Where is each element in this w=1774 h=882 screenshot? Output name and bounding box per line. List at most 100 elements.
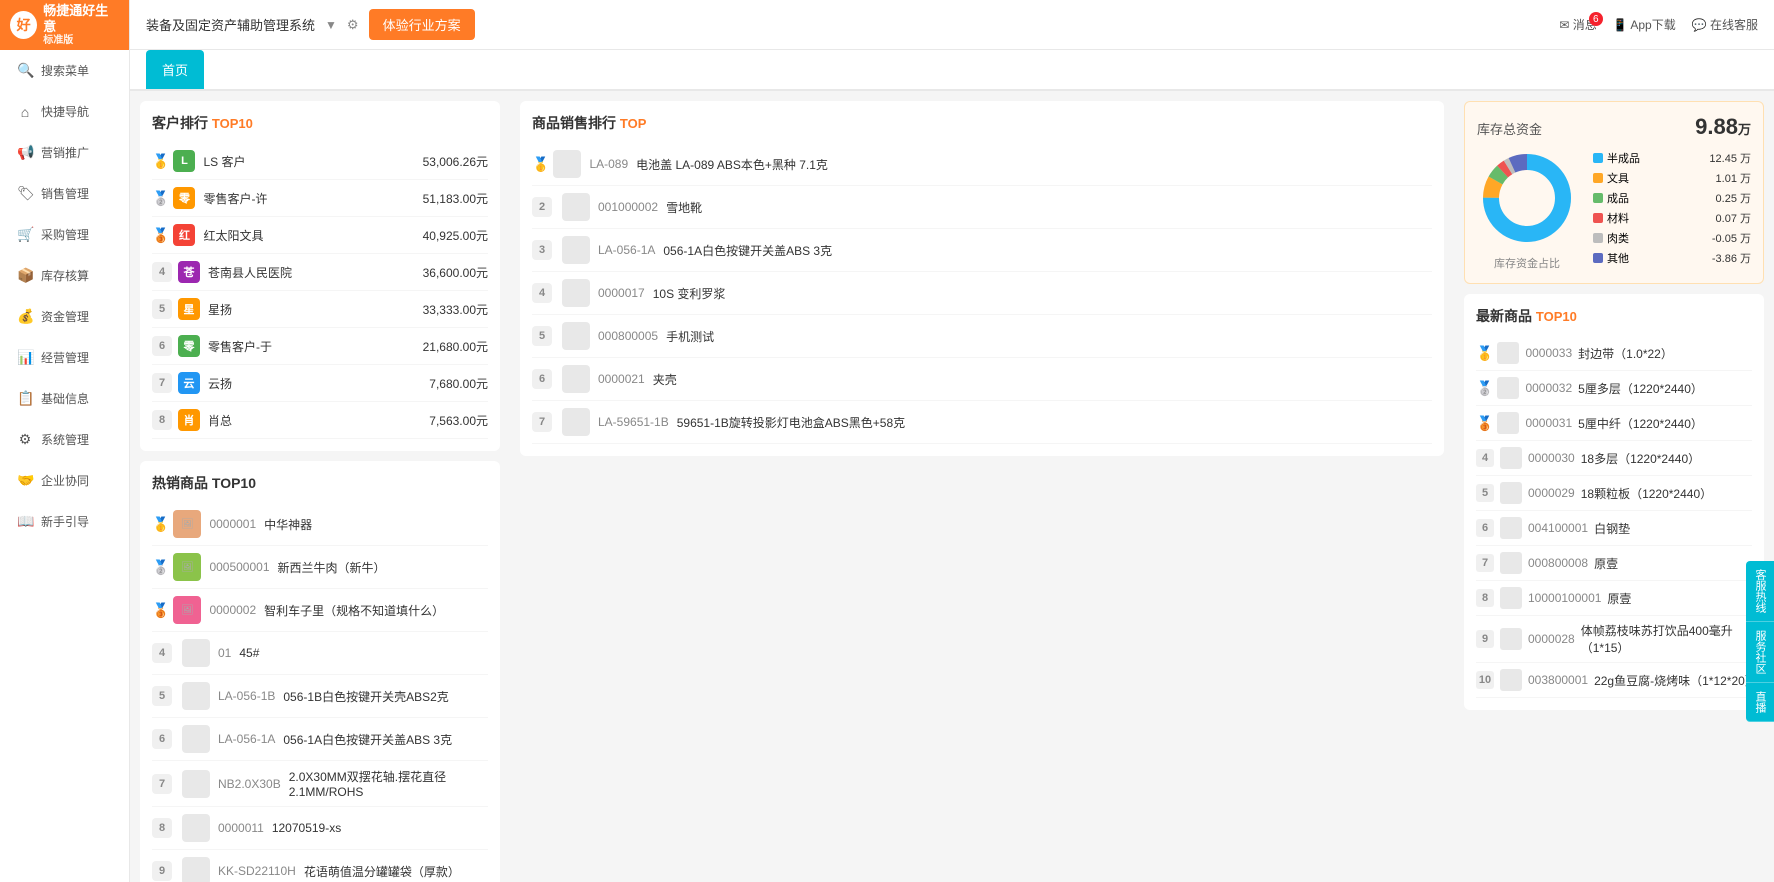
customer-ranking-card: 客户排行 TOP10 🥇 L LS 客户 53,006.26元 🥈 零 零售客户… xyxy=(140,101,500,451)
avatar-2: 零 xyxy=(173,187,195,209)
np-code-5: 0000029 xyxy=(1528,486,1575,500)
collab-icon: 🤝 xyxy=(17,472,33,489)
operation-icon: 📊 xyxy=(17,349,33,366)
customer-rank-row-7: 7 云 云扬 7,680.00元 xyxy=(152,365,488,402)
float-btn-live[interactable]: 直播 xyxy=(1746,683,1774,722)
np-row-7: 7 000800008 原壹 xyxy=(1476,546,1752,581)
np-medal-1: 🥇 xyxy=(1476,345,1493,362)
np-img-7 xyxy=(1500,552,1522,574)
hot-prod-name-5: 056-1B白色按键开关壳ABS2克 xyxy=(283,688,488,705)
dropdown-arrow[interactable]: ▼ xyxy=(325,18,337,32)
hot-prod-row-7: 7 NB2.0X30B 2.0X30MM双摆花轴.摆花直径2.1MM/ROHS xyxy=(152,761,488,807)
float-btn-service[interactable]: 客服热线 xyxy=(1746,561,1774,622)
tab-home[interactable]: 首页 xyxy=(146,50,204,89)
hot-prod-name-6: 056-1A白色按键开关盖ABS 3克 xyxy=(283,731,488,748)
hot-prod-code-8: 0000011 xyxy=(218,821,264,835)
psale-name-5: 手机测试 xyxy=(666,328,1432,345)
hot-products-list: 🥇 🖼 0000001 中华神器 🥈 🖼 000500001 新西兰牛肉（新牛）… xyxy=(152,503,488,882)
hot-prod-name-7: 2.0X30MM双摆花轴.摆花直径2.1MM/ROHS xyxy=(289,768,488,799)
sidebar-item-basic[interactable]: 📋 基础信息 xyxy=(0,378,129,419)
hot-prod-code-9: KK-SD22110H xyxy=(218,864,296,878)
psale-img-5 xyxy=(562,322,590,350)
inventory-title: 库存总资金 xyxy=(1477,119,1542,138)
customer-rank-row-6: 6 零 零售客户-于 21,680.00元 xyxy=(152,328,488,365)
psale-rank-2: 2 xyxy=(532,197,552,217)
psale-img-3 xyxy=(562,236,590,264)
np-rank-9: 9 xyxy=(1476,630,1494,648)
sidebar-item-sales[interactable]: 🏷 销售管理 xyxy=(0,173,129,214)
psale-img-1 xyxy=(553,150,581,178)
new-products-title: 最新商品 TOP10 xyxy=(1476,306,1752,326)
hot-prod-img-3: 🖼 xyxy=(173,596,201,624)
hot-rank-7: 7 xyxy=(152,774,172,794)
col-left: 客户排行 TOP10 🥇 L LS 客户 53,006.26元 🥈 零 零售客户… xyxy=(130,91,510,882)
sidebar-item-inventory[interactable]: 📦 库存核算 xyxy=(0,255,129,296)
np-img-1 xyxy=(1497,342,1519,364)
psale-row-5: 5 000800005 手机测试 xyxy=(532,315,1432,358)
sidebar-item-purchase-label: 采购管理 xyxy=(41,226,89,243)
hot-rank-8: 8 xyxy=(152,818,172,838)
legend-dot-3 xyxy=(1593,193,1603,203)
customer-value-2: 51,183.00元 xyxy=(423,190,488,207)
np-rank-4: 4 xyxy=(1476,449,1494,467)
service-icon: 💬 xyxy=(1692,18,1710,32)
trial-button[interactable]: 体验行业方案 xyxy=(369,9,475,40)
customer-value-8: 7,563.00元 xyxy=(429,412,488,429)
sidebar-item-guide[interactable]: 📖 新手引导 xyxy=(0,501,129,542)
customer-rank-row-8: 8 肖 肖总 7,563.00元 xyxy=(152,402,488,439)
hot-prod-row-4: 4 01 45# xyxy=(152,632,488,675)
chart-area: 库存资金占比 半成品 12.45 万 xyxy=(1477,148,1751,271)
topbar-left: 装备及固定资产辅助管理系统 ▼ ⚙ 体验行业方案 xyxy=(146,9,475,40)
app-download-link[interactable]: 📱 App下载 xyxy=(1613,16,1676,33)
message-badge[interactable]: ✉ 消息 6 xyxy=(1559,16,1596,33)
legend-label-2: 文具 xyxy=(1607,170,1629,186)
legend-item-1: 半成品 12.45 万 xyxy=(1593,150,1751,166)
np-row-6: 6 004100001 白钢垫 xyxy=(1476,511,1752,546)
np-row-5: 5 0000029 18颗粒板（1220*2440） xyxy=(1476,476,1752,511)
hot-prod-img-1: 🖼 xyxy=(173,510,201,538)
sidebar-item-system[interactable]: ⚙ 系统管理 xyxy=(0,419,129,460)
legend-item-6: 其他 -3.86 万 xyxy=(1593,250,1751,266)
np-code-2: 0000032 xyxy=(1525,381,1572,395)
hot-rank-6: 6 xyxy=(152,729,172,749)
app-logo: 好 畅捷通好生意 标准版 xyxy=(0,0,129,50)
rank-num-5: 5 xyxy=(152,299,172,319)
psale-code-2: 001000002 xyxy=(598,200,658,214)
customer-name-8: 肖总 xyxy=(208,412,429,429)
inventory-icon: 📦 xyxy=(17,267,33,284)
psale-img-4 xyxy=(562,279,590,307)
sidebar-item-finance[interactable]: 💰 资金管理 xyxy=(0,296,129,337)
settings-icon[interactable]: ⚙ xyxy=(347,17,359,33)
customer-name-5: 星扬 xyxy=(208,301,423,318)
online-service-link[interactable]: 💬 在线客服 xyxy=(1692,16,1758,33)
sidebar-item-purchase[interactable]: 🛒 采购管理 xyxy=(0,214,129,255)
hot-prod-name-2: 新西兰牛肉（新牛） xyxy=(278,559,488,576)
logo-sub: 标准版 xyxy=(43,35,119,47)
psale-code-6: 0000021 xyxy=(598,372,645,386)
psale-name-1: 电池盖 LA-089 ABS本色+黑种 7.1克 xyxy=(636,156,1432,173)
customer-rank-row-5: 5 星 星扬 33,333.00元 xyxy=(152,291,488,328)
sidebar-item-operation[interactable]: 📊 经营管理 xyxy=(0,337,129,378)
hot-prod-img-2: 🖼 xyxy=(173,553,201,581)
rank-num-8: 8 xyxy=(152,410,172,430)
sidebar-item-shortcut[interactable]: ⌂ 快捷导航 xyxy=(0,91,129,132)
customer-name-4: 苍南县人民医院 xyxy=(208,264,423,281)
sidebar-item-marketing[interactable]: 📢 营销推广 xyxy=(0,132,129,173)
np-code-7: 000800008 xyxy=(1528,556,1588,570)
customer-value-3: 40,925.00元 xyxy=(423,227,488,244)
product-sales-card: 商品销售排行 TOP 🥇 LA-089 电池盖 LA-089 ABS本色+黑种 … xyxy=(520,101,1444,456)
hot-products-title: 热销商品 TOP10 xyxy=(152,473,488,493)
psale-code-3: LA-056-1A xyxy=(598,243,655,257)
rank-num-7: 7 xyxy=(152,373,172,393)
hot-prod-code-3: 0000002 xyxy=(209,603,256,617)
float-btn-community[interactable]: 服务社区 xyxy=(1746,622,1774,683)
sidebar-item-collab[interactable]: 🤝 企业协同 xyxy=(0,460,129,501)
customer-value-1: 53,006.26元 xyxy=(423,153,488,170)
content-area: 客户排行 TOP10 🥇 L LS 客户 53,006.26元 🥈 零 零售客户… xyxy=(130,91,1774,882)
product-top-label: TOP xyxy=(620,116,647,131)
sidebar-item-inventory-label: 库存核算 xyxy=(41,267,89,284)
np-row-3: 🥉 0000031 5厘中纤（1220*2440） xyxy=(1476,406,1752,441)
rank-num-6: 6 xyxy=(152,336,172,356)
sidebar-item-search[interactable]: 🔍 搜索菜单 xyxy=(0,50,129,91)
customer-rank-row-2: 🥈 零 零售客户-许 51,183.00元 xyxy=(152,180,488,217)
